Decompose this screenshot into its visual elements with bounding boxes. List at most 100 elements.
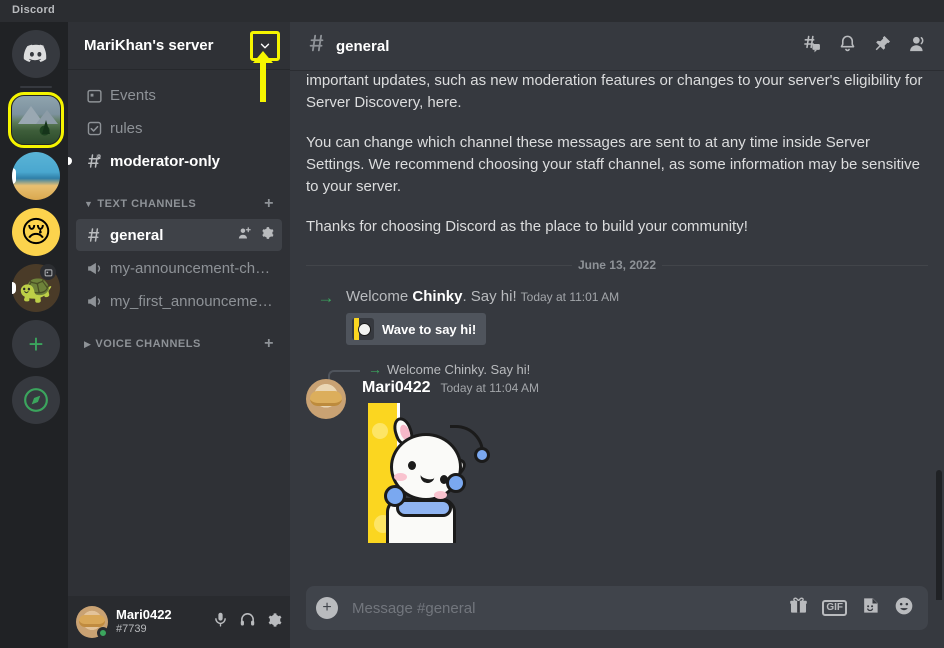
- join-message-text: Welcome Chinky. Say hi! Today at 11:01 AM: [346, 288, 928, 305]
- join-message: → Welcome Chinky. Say hi! Today at 11:01 …: [306, 288, 928, 345]
- channel-sidebar: MariKhan's server Events rules moderator…: [68, 22, 290, 648]
- announcement-icon: [84, 260, 104, 277]
- server-rail-item-emoji[interactable]: 😢: [12, 208, 60, 256]
- server-rail-item-home[interactable]: [12, 30, 60, 78]
- gear-icon[interactable]: [260, 226, 274, 244]
- sticker-icon[interactable]: [861, 596, 880, 620]
- mountain-thumbnail: [12, 96, 60, 144]
- message-body: Mari0422 Today at 11:04 AM: [362, 379, 928, 543]
- composer-icons: GIF: [789, 596, 914, 621]
- wave-to-say-hi-button[interactable]: Wave to say hi!: [346, 313, 487, 345]
- window-title: Discord: [12, 4, 56, 16]
- system-paragraph: important updates, such as new moderatio…: [306, 72, 923, 111]
- sidebar-item-rules[interactable]: rules: [76, 112, 282, 144]
- add-attachment-button[interactable]: +: [316, 597, 338, 619]
- user-panel-icons: [212, 611, 282, 633]
- category-voice-channels[interactable]: ▶ VOICE CHANNELS +: [76, 331, 282, 357]
- hash-icon: [84, 226, 104, 244]
- message-header: Mari0422 Today at 11:04 AM: [362, 379, 928, 397]
- sidebar-item-general[interactable]: general: [76, 219, 282, 251]
- message-author[interactable]: Mari0422: [362, 379, 431, 397]
- server-rail-item-mountain[interactable]: [8, 92, 64, 148]
- message-input[interactable]: Message #general: [352, 600, 789, 617]
- username: Mari0422: [116, 607, 172, 623]
- reply-preview-text: Welcome Chinky. Say hi!: [387, 361, 531, 377]
- channel-header-icons: [802, 34, 928, 59]
- system-message: important updates, such as new moderatio…: [306, 70, 928, 238]
- channel-list: Events rules moderator-only ▼ TEXT CHANN…: [68, 70, 290, 626]
- wave-sticker-thumbnail: [352, 318, 374, 340]
- gear-icon[interactable]: [266, 612, 282, 633]
- user-meta: Mari0422 #7739: [116, 607, 212, 636]
- join-username[interactable]: Chinky: [412, 288, 462, 305]
- sidebar-item-events[interactable]: Events: [76, 79, 282, 111]
- date-divider-label: June 13, 2022: [571, 258, 663, 272]
- status-badge: [97, 627, 109, 639]
- member-list-icon[interactable]: [908, 34, 928, 59]
- hash-lock-icon: [84, 152, 104, 170]
- category-label: VOICE CHANNELS: [95, 338, 201, 350]
- sidebar-item-label: my_first_announcemen...: [110, 292, 274, 310]
- page-title: general: [336, 37, 390, 55]
- channel-header: general: [290, 22, 944, 70]
- pinned-messages-icon[interactable]: [873, 34, 892, 58]
- microphone-icon[interactable]: [212, 611, 229, 633]
- add-server-button[interactable]: +: [12, 320, 60, 368]
- category-text-channels[interactable]: ▼ TEXT CHANNELS +: [76, 191, 282, 217]
- avatar[interactable]: [76, 606, 109, 639]
- chat-area: general important updates, such as new m…: [290, 22, 944, 648]
- system-paragraph: You can change which channel these messa…: [306, 134, 920, 195]
- join-prefix: Welcome: [346, 288, 413, 305]
- message-input-bar[interactable]: + Message #general GIF: [306, 586, 928, 630]
- create-channel-button[interactable]: +: [264, 196, 274, 212]
- channel-actions: [237, 226, 274, 245]
- sidebar-item-label: moderator-only: [110, 152, 221, 170]
- message-list: important updates, such as new moderatio…: [290, 70, 944, 600]
- date-divider: June 13, 2022: [306, 256, 928, 274]
- discord-logo-icon: [23, 44, 47, 63]
- headphones-icon[interactable]: [239, 611, 256, 633]
- join-suffix: . Say hi!: [462, 288, 517, 305]
- cat-sticker[interactable]: [362, 403, 502, 543]
- chevron-right-icon: ▶: [84, 338, 92, 349]
- crying-emoji-glyph: 😢: [20, 215, 52, 249]
- plus-icon: +: [28, 329, 44, 359]
- explore-servers-button[interactable]: [12, 376, 60, 424]
- create-voice-channel-button[interactable]: +: [264, 336, 274, 352]
- system-paragraph: Thanks for choosing Discord as the place…: [306, 218, 748, 235]
- hash-icon: [306, 32, 328, 60]
- server-rail: 😢 🐢 +: [4, 22, 68, 648]
- join-arrow-icon: →: [317, 288, 335, 307]
- sidebar-item-label: my-announcement-cha...: [110, 259, 274, 277]
- add-member-icon[interactable]: [237, 226, 252, 245]
- calendar-badge-icon: [40, 264, 56, 280]
- timestamp: Today at 11:01 AM: [520, 290, 620, 304]
- reply-preview: → Welcome Chinky. Say hi!: [368, 361, 530, 377]
- gif-icon[interactable]: GIF: [822, 600, 847, 616]
- checkbox-icon: [84, 120, 104, 137]
- emoji-icon[interactable]: [894, 596, 914, 621]
- annotation-arrow: [253, 51, 273, 102]
- sidebar-item-my-announcement-channel[interactable]: my-announcement-cha...: [76, 252, 282, 284]
- user-panel: Mari0422 #7739: [68, 596, 290, 648]
- compass-icon: [24, 388, 48, 412]
- server-rail-item-beach[interactable]: [12, 152, 60, 200]
- gift-icon[interactable]: [789, 596, 808, 620]
- message-item: Mari0422 Today at 11:04 AM: [306, 379, 928, 543]
- sidebar-item-moderator-only[interactable]: moderator-only: [68, 145, 282, 177]
- threads-icon[interactable]: [802, 34, 822, 59]
- join-message-body: Welcome Chinky. Say hi! Today at 11:01 AM…: [346, 288, 928, 345]
- user-discriminator: #7739: [116, 623, 147, 636]
- reply-reference[interactable]: → Welcome Chinky. Say hi!: [306, 361, 928, 384]
- timestamp: Today at 11:04 AM: [440, 381, 540, 395]
- calendar-icon: [84, 87, 104, 104]
- notification-bell-icon[interactable]: [838, 34, 857, 58]
- server-name: MariKhan's server: [84, 37, 214, 54]
- sidebar-item-my-first-announcement[interactable]: my_first_announcemen...: [76, 285, 282, 317]
- window-titlebar: Discord: [0, 0, 944, 22]
- composer: + Message #general GIF: [306, 586, 928, 630]
- message-scrollbar[interactable]: [936, 470, 942, 600]
- server-rail-item-creature[interactable]: 🐢: [12, 264, 60, 312]
- avatar[interactable]: [306, 379, 346, 419]
- chevron-down-icon: ▼: [84, 199, 94, 209]
